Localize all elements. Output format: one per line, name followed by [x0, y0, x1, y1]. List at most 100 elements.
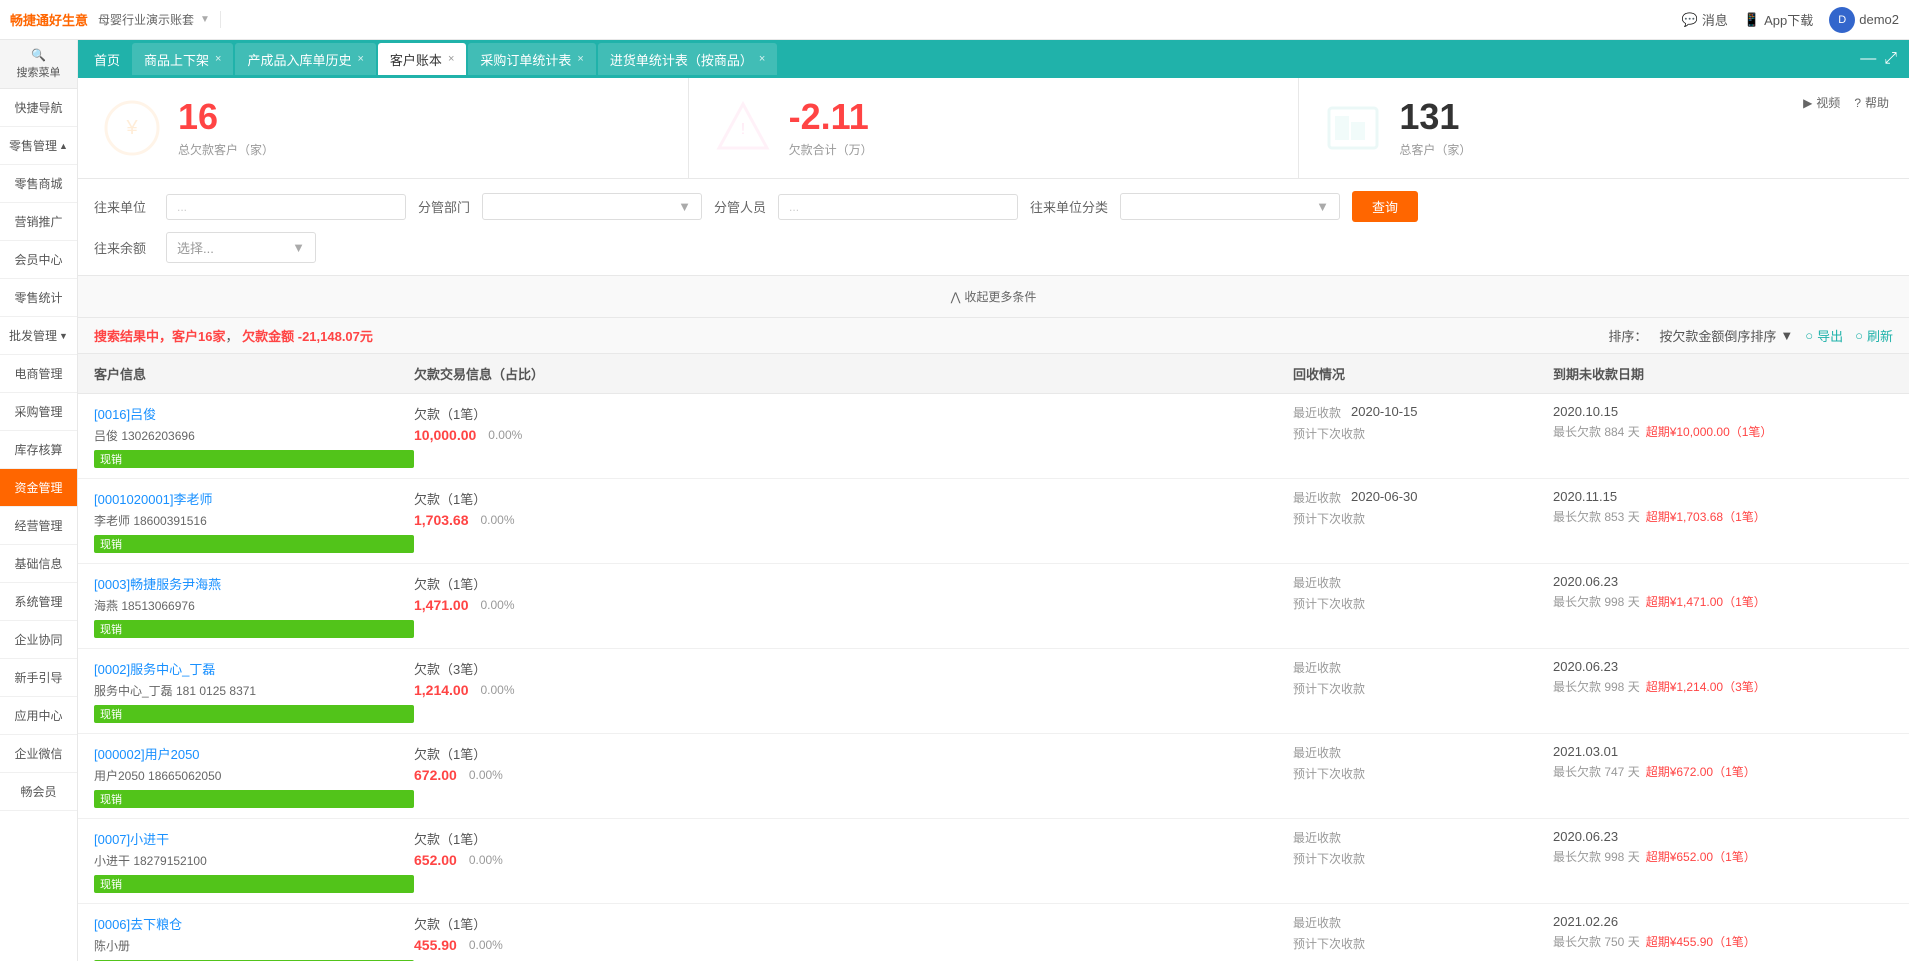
customer-name-link[interactable]: [000002]用户2050	[94, 744, 414, 763]
stat-card-total-customers: 131 总客户（家） ▶ 视频 ? 帮助	[1299, 78, 1909, 178]
tab-home[interactable]: 首页	[82, 43, 132, 75]
tab-purchase-order[interactable]: 采购订单统计表 ×	[468, 43, 595, 75]
debt-count: 欠款（1笔）	[414, 829, 1293, 848]
overdue-amount-link[interactable]: 超期¥455.90（1笔）	[1646, 933, 1756, 950]
sidebar-item-vip[interactable]: 畅会员	[0, 773, 77, 811]
debt-percent: 0.00%	[481, 598, 515, 612]
sidebar-item-enterprise[interactable]: 企业协同	[0, 621, 77, 659]
dept-label: 分管部门	[418, 197, 470, 216]
next-payment-label: 预计下次收款	[1293, 425, 1553, 442]
sidebar-item-retail-stats[interactable]: 零售统计	[0, 279, 77, 317]
sidebar-item-batch-mgmt[interactable]: 批发管理 ▼	[0, 317, 77, 355]
search-button[interactable]: 查询	[1352, 191, 1418, 222]
app-download-btn[interactable]: 📱 App下载	[1744, 10, 1813, 29]
result-actions: 排序： 按欠款金额倒序排序 ▼ ○ 导出 ○ 刷新	[1608, 326, 1893, 345]
source-unit-dots: ...	[177, 200, 187, 214]
customer-phone: 服务中心_丁磊 181 0125 8371	[94, 682, 414, 699]
tab-close-import-stats[interactable]: ×	[759, 53, 765, 65]
customer-tag: 现销	[94, 450, 414, 468]
debt-amount: 1,703.68	[414, 512, 469, 528]
sidebar-item-member[interactable]: 会员中心	[0, 241, 77, 279]
user-menu[interactable]: D demo2	[1829, 7, 1899, 33]
tab-close-product-history[interactable]: ×	[357, 53, 363, 65]
tab-close-customer-account[interactable]: ×	[448, 53, 454, 65]
sidebar-search[interactable]: 🔍 搜索菜单	[0, 40, 77, 89]
overdue-amount-link[interactable]: 超期¥652.00（1笔）	[1646, 848, 1756, 865]
video-btn[interactable]: ▶ 视频	[1803, 94, 1840, 111]
sidebar-item-retail-mall[interactable]: 零售商城	[0, 165, 77, 203]
customer-name-link[interactable]: [0007]小进干	[94, 829, 414, 848]
sidebar-item-system[interactable]: 系统管理	[0, 583, 77, 621]
unit-category-input[interactable]: ▼	[1120, 193, 1340, 220]
sidebar-item-quick-nav[interactable]: 快捷导航	[0, 89, 77, 127]
person-input[interactable]: ...	[778, 194, 1018, 220]
sidebar-item-wechat[interactable]: 企业微信	[0, 735, 77, 773]
sidebar-item-operation[interactable]: 经营管理	[0, 507, 77, 545]
debt-percent: 0.00%	[469, 853, 503, 867]
overdue-amount-link[interactable]: 超期¥1,471.00（1笔）	[1646, 593, 1766, 610]
help-btn[interactable]: ? 帮助	[1854, 94, 1889, 111]
sidebar-item-retail-mgmt[interactable]: 零售管理 ▲	[0, 127, 77, 165]
customer-info: [000002]用户2050 用户2050 18665062050 现销	[94, 744, 414, 808]
customer-phone: 李老师 18600391516	[94, 512, 414, 529]
tab-close-product-off[interactable]: ×	[215, 53, 221, 65]
tab-product-history[interactable]: 产成品入库单历史 ×	[235, 43, 375, 75]
overdue-days: 最长欠款 998 天	[1553, 678, 1640, 695]
sidebar-item-purchase[interactable]: 采购管理	[0, 393, 77, 431]
sidebar-item-basic-info[interactable]: 基础信息	[0, 545, 77, 583]
customer-name-link[interactable]: [0016]吕俊	[94, 404, 414, 423]
tab-import-stats[interactable]: 进货单统计表（按商品） ×	[598, 43, 777, 75]
sidebar-item-app-center[interactable]: 应用中心	[0, 697, 77, 735]
debt-amount: 672.00	[414, 767, 457, 783]
debt-row: 672.00 0.00%	[414, 767, 1293, 783]
balance-select[interactable]: 选择... ▼	[166, 232, 316, 263]
debt-info: 欠款（1笔） 455.90 0.00%	[414, 914, 1293, 953]
overdue-amount-link[interactable]: 超期¥10,000.00（1笔）	[1646, 423, 1773, 440]
overdue-row: 最长欠款 747 天 超期¥672.00（1笔）	[1553, 763, 1893, 780]
debt-count: 欠款（1笔）	[414, 404, 1293, 423]
customer-phone: 海燕 18513066976	[94, 597, 414, 614]
person-label: 分管人员	[714, 197, 766, 216]
source-unit-input[interactable]: ...	[166, 194, 406, 220]
customer-name-link[interactable]: [0002]服务中心_丁磊	[94, 659, 414, 678]
refresh-btn[interactable]: ○ 刷新	[1855, 326, 1893, 345]
collapse-btn[interactable]: ⋀ 收起更多条件	[84, 282, 1903, 311]
customer-name-link[interactable]: [0001020001]李老师	[94, 489, 414, 508]
overdue-amount-link[interactable]: 超期¥1,214.00（3笔）	[1646, 678, 1766, 695]
export-btn[interactable]: ○ 导出	[1805, 326, 1843, 345]
sidebar-item-finance[interactable]: 资金管理	[0, 469, 77, 507]
debt-count: 欠款（1笔）	[414, 744, 1293, 763]
message-btn[interactable]: 💬 消息	[1682, 10, 1728, 29]
tab-close-purchase-order[interactable]: ×	[577, 53, 583, 65]
last-payment-label: 最近收款	[1293, 914, 1341, 931]
sidebar-item-marketing[interactable]: 营销推广	[0, 203, 77, 241]
maximize-icon[interactable]: ⤢	[1884, 50, 1897, 68]
debt-info: 欠款（1笔） 672.00 0.00%	[414, 744, 1293, 783]
customer-tag: 现销	[94, 620, 414, 638]
col-header-due: 到期未收款日期	[1553, 364, 1893, 383]
dept-input[interactable]: ▼	[482, 193, 702, 220]
due-info: 2020.11.15 最长欠款 853 天 超期¥1,703.68（1笔）	[1553, 489, 1893, 525]
overdue-amount-link[interactable]: 超期¥1,703.68（1笔）	[1646, 508, 1766, 525]
due-date: 2020.06.23	[1553, 829, 1893, 844]
sidebar-item-inventory[interactable]: 库存核算	[0, 431, 77, 469]
debt-percent: 0.00%	[488, 428, 522, 442]
table-row: [0001020001]李老师 李老师 18600391516 现销 欠款（1笔…	[78, 479, 1909, 564]
store-selector[interactable]: 母婴行业演示账套 ▼	[88, 11, 221, 28]
customer-name-link[interactable]: [0006]去下粮仓	[94, 914, 414, 933]
customer-name-link[interactable]: [0003]畅捷服务尹海燕	[94, 574, 414, 593]
last-payment-row: 最近收款	[1293, 574, 1553, 591]
overdue-amount-link[interactable]: 超期¥672.00（1笔）	[1646, 763, 1756, 780]
sidebar-item-ecommerce[interactable]: 电商管理	[0, 355, 77, 393]
debt-percent: 0.00%	[481, 513, 515, 527]
tab-customer-account[interactable]: 客户账本 ×	[378, 43, 466, 75]
minimize-icon[interactable]: —	[1860, 50, 1876, 68]
customer-tag: 现销	[94, 535, 414, 553]
last-payment-label: 最近收款	[1293, 829, 1341, 846]
total-customers-number: 131	[1399, 99, 1471, 135]
overdue-days: 最长欠款 998 天	[1553, 848, 1640, 865]
sort-select[interactable]: 按欠款金额倒序排序 ▼	[1659, 326, 1793, 345]
tab-product-off[interactable]: 商品上下架 ×	[132, 43, 233, 75]
sidebar-item-new-guide[interactable]: 新手引导	[0, 659, 77, 697]
debt-count: 欠款（1笔）	[414, 914, 1293, 933]
